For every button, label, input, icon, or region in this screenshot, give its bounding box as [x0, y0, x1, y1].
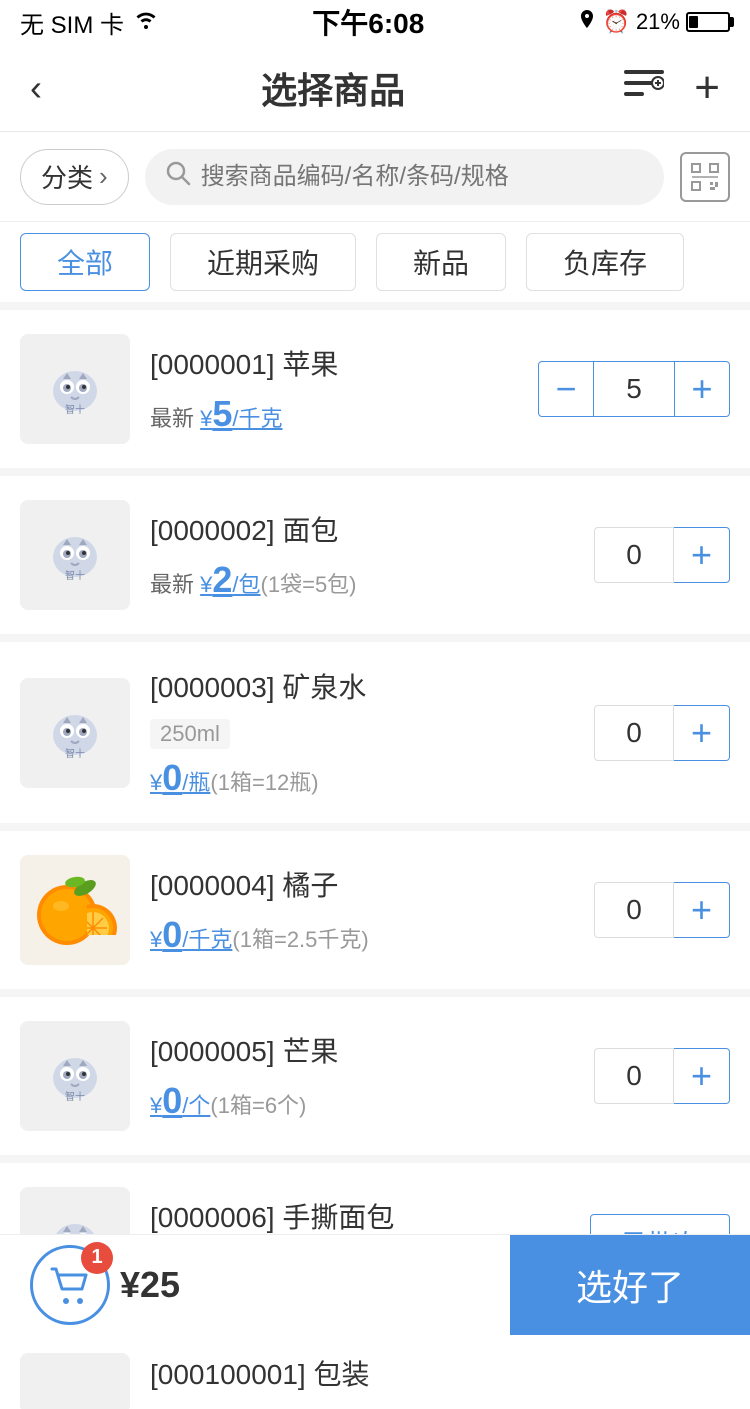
product-thumbnail: [20, 1353, 130, 1409]
location-icon: [577, 8, 597, 36]
scan-icon[interactable]: [680, 152, 730, 202]
product-thumbnail: 智十: [20, 678, 130, 788]
qty-input[interactable]: [594, 361, 674, 417]
product-info: [000100001] 包装: [150, 1353, 730, 1403]
cart-badge: 1: [81, 1242, 113, 1274]
list-item: [000100001] 包装: [0, 1329, 750, 1409]
nav-actions: +: [624, 63, 720, 113]
confirm-button[interactable]: 选好了: [510, 1235, 750, 1335]
tab-negative[interactable]: 负库存: [526, 233, 684, 291]
product-info: [0000001] 苹果 最新 ¥5/千克: [150, 343, 518, 435]
product-name: [000100001] 包装: [150, 1353, 730, 1393]
product-price: ¥0/个(1箱=6个): [150, 1080, 574, 1122]
list-item: 智十 [0000002] 面包 最新 ¥2/包(1袋=5包) +: [0, 476, 750, 642]
qty-input[interactable]: [594, 1048, 674, 1104]
tangerine-image: [25, 860, 125, 960]
status-time: 下午6:08: [312, 2, 424, 42]
product-thumbnail: [20, 855, 130, 965]
product-info: [0000002] 面包 最新 ¥2/包(1袋=5包): [150, 509, 574, 601]
qty-input[interactable]: [594, 527, 674, 583]
qty-plus-button[interactable]: +: [674, 705, 730, 761]
qty-control: +: [594, 705, 730, 761]
product-spec: 250ml: [150, 719, 230, 749]
status-right: ⏰ 21%: [577, 8, 730, 36]
qty-control: +: [594, 1048, 730, 1104]
product-price: ¥0/千克(1箱=2.5千克): [150, 914, 574, 956]
tab-new[interactable]: 新品: [376, 233, 506, 291]
battery-percent: 21%: [636, 9, 680, 35]
list-item: [0000004] 橘子 ¥0/千克(1箱=2.5千克) +: [0, 831, 750, 997]
cart-icon-wrap[interactable]: 1: [30, 1245, 110, 1325]
search-input[interactable]: [201, 163, 644, 191]
qty-control: +: [594, 882, 730, 938]
product-thumbnail: 智十: [20, 334, 130, 444]
battery-icon: [686, 12, 730, 32]
tab-row: 全部 近期采购 新品 负库存: [0, 222, 750, 310]
product-price: 最新 ¥2/包(1袋=5包): [150, 559, 574, 601]
qty-control: +: [594, 527, 730, 583]
cart-section: 1 ¥25: [0, 1245, 510, 1325]
product-price: 最新 ¥5/千克: [150, 393, 518, 435]
back-button[interactable]: ‹: [30, 67, 42, 109]
tab-all[interactable]: 全部: [20, 233, 150, 291]
latest-label: 最新: [150, 406, 200, 431]
bottom-bar: 1 ¥25 选好了: [0, 1234, 750, 1334]
owl-logo-icon: 智十: [40, 354, 110, 424]
owl-logo-icon: 智十: [40, 520, 110, 590]
filter-row: 分类 ›: [0, 132, 750, 222]
list-item: 智十 [0000005] 芒果 ¥0/个(1箱=6个) +: [0, 997, 750, 1163]
cart-total: ¥25: [120, 1264, 180, 1306]
product-name: [0000002] 面包: [150, 509, 574, 549]
status-left: 无 SIM 卡: [20, 5, 160, 40]
product-price: ¥0/瓶(1箱=12瓶): [150, 757, 574, 799]
product-info: [0000003] 矿泉水 250ml ¥0/瓶(1箱=12瓶): [150, 666, 574, 799]
product-thumbnail: 智十: [20, 1021, 130, 1131]
qty-input[interactable]: [594, 882, 674, 938]
add-icon[interactable]: +: [694, 63, 720, 113]
status-bar: 无 SIM 卡 下午6:08 ⏰ 21%: [0, 0, 750, 44]
alarm-icon: ⏰: [603, 9, 630, 35]
qty-plus-button[interactable]: +: [674, 361, 730, 417]
cart-icon: [48, 1265, 92, 1305]
category-arrow: ›: [99, 161, 108, 192]
qty-plus-button[interactable]: +: [674, 527, 730, 583]
search-icon: [165, 160, 191, 193]
qty-control: − +: [538, 361, 730, 417]
search-box: [145, 149, 664, 205]
product-info: [0000004] 橘子 ¥0/千克(1箱=2.5千克): [150, 864, 574, 956]
product-name: [0000005] 芒果: [150, 1030, 574, 1070]
category-label: 分类: [41, 158, 93, 195]
svg-text:智十: 智十: [65, 569, 85, 582]
qty-minus-button[interactable]: −: [538, 361, 594, 417]
svg-text:智十: 智十: [65, 1090, 85, 1103]
owl-logo-icon: 智十: [40, 698, 110, 768]
svg-text:智十: 智十: [65, 747, 85, 760]
product-name: [0000003] 矿泉水: [150, 666, 574, 706]
category-button[interactable]: 分类 ›: [20, 149, 129, 205]
product-thumbnail: 智十: [20, 500, 130, 610]
filter-icon[interactable]: [624, 65, 664, 110]
qty-plus-button[interactable]: +: [674, 1048, 730, 1104]
carrier-label: 无 SIM 卡: [20, 5, 124, 40]
owl-logo-icon: 智十: [40, 1041, 110, 1111]
qty-plus-button[interactable]: +: [674, 882, 730, 938]
list-item: 智十 [0000001] 苹果 最新 ¥5/千克 − +: [0, 310, 750, 476]
product-name: [0000004] 橘子: [150, 864, 574, 904]
list-item: 智十 [0000003] 矿泉水 250ml ¥0/瓶(1箱=12瓶) +: [0, 642, 750, 831]
wifi-icon: [132, 8, 160, 36]
product-name: [0000006] 手撕面包: [150, 1196, 570, 1236]
page-title: 选择商品: [261, 62, 405, 114]
product-name: [0000001] 苹果: [150, 343, 518, 383]
qty-input[interactable]: [594, 705, 674, 761]
svg-text:智十: 智十: [65, 403, 85, 416]
nav-bar: ‹ 选择商品 +: [0, 44, 750, 132]
product-info: [0000005] 芒果 ¥0/个(1箱=6个): [150, 1030, 574, 1122]
tab-recent[interactable]: 近期采购: [170, 233, 356, 291]
